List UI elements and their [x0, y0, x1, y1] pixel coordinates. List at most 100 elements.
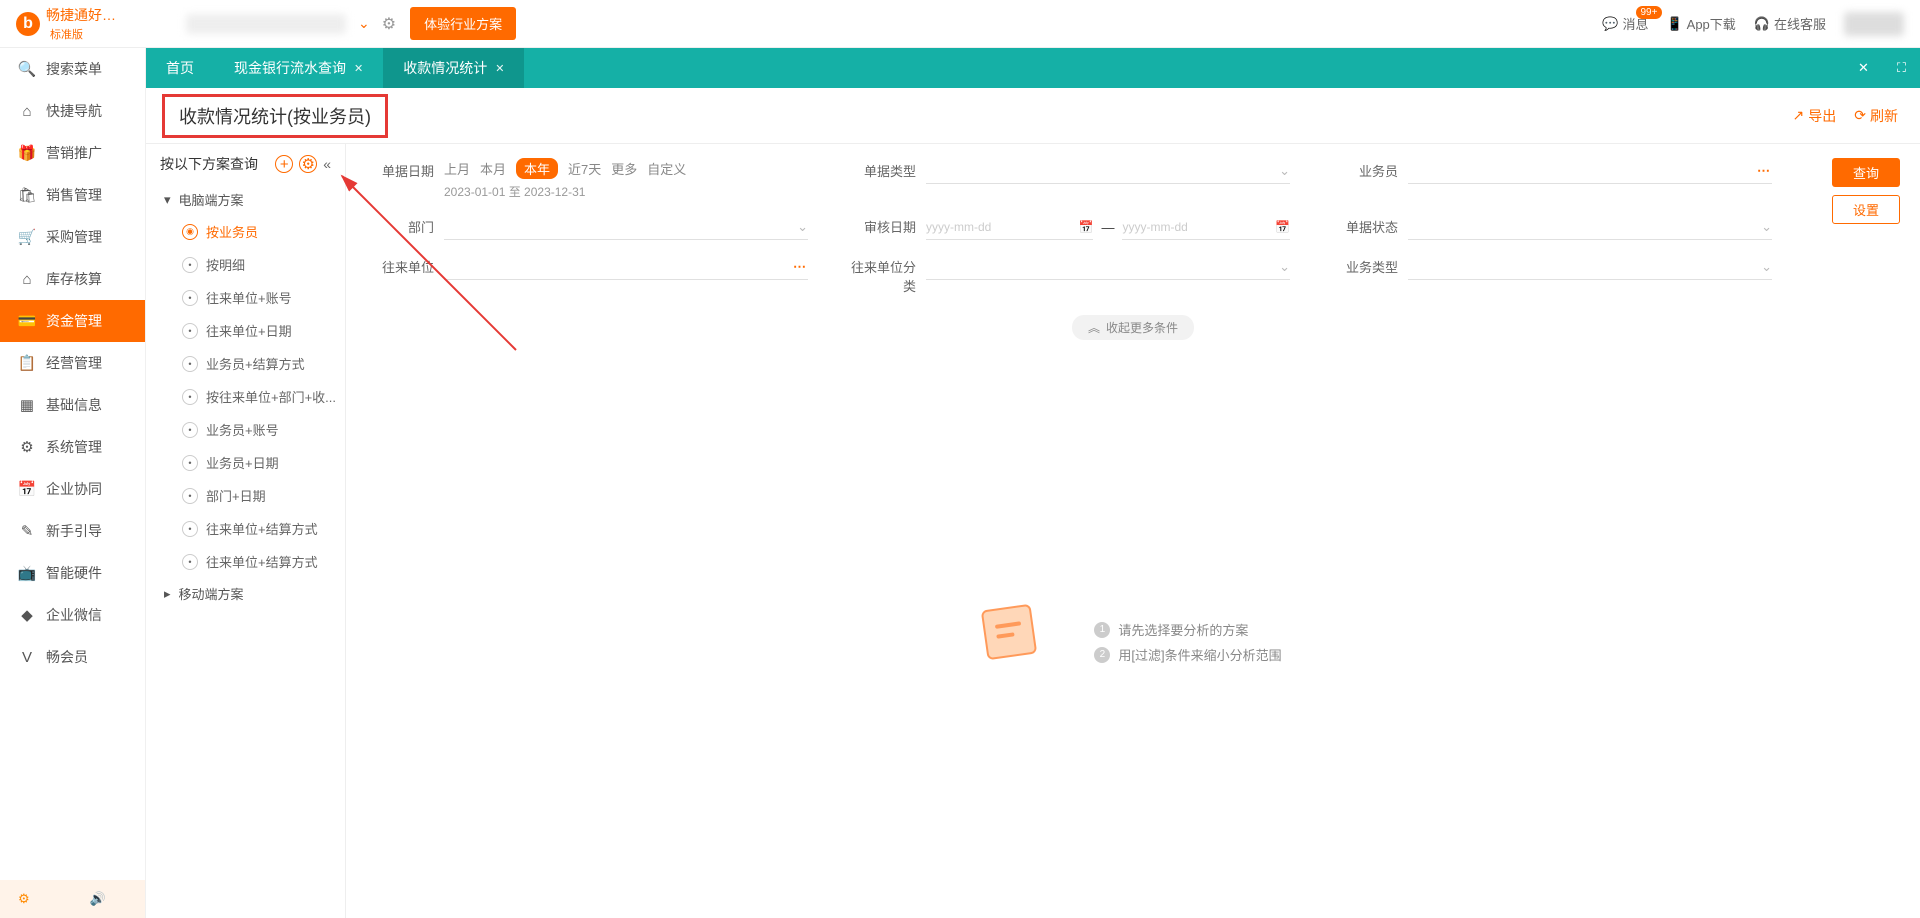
- scheme-group-title[interactable]: ▾电脑端方案: [146, 184, 345, 215]
- date-quick-option[interactable]: 近7天: [568, 159, 601, 178]
- scheme-item[interactable]: •按明细: [146, 248, 345, 281]
- refresh-button[interactable]: ⟳刷新: [1854, 106, 1898, 126]
- tab[interactable]: 收款情况统计 ✕: [383, 48, 524, 88]
- settings-icon[interactable]: ⚙: [18, 891, 30, 907]
- scheme-item[interactable]: •往来单位+结算方式: [146, 512, 345, 545]
- date-quick-option[interactable]: 上月: [444, 159, 470, 178]
- scheme-item-icon: •: [182, 290, 198, 306]
- department-select[interactable]: ⌄: [444, 214, 808, 240]
- nav-icon: V: [18, 649, 36, 666]
- tab-label: 现金银行流水查询: [234, 58, 346, 78]
- bill-date-label: 单据日期: [366, 158, 434, 180]
- audit-date-to[interactable]: yyyy-mm-dd📅: [1122, 214, 1290, 240]
- scheme-group-title[interactable]: ▸移动端方案: [146, 578, 345, 609]
- nav-item[interactable]: 📺智能硬件: [0, 552, 145, 594]
- nav-label: 基础信息: [46, 395, 102, 415]
- nav-item[interactable]: 🛍 销售管理: [0, 174, 145, 216]
- company-name[interactable]: [186, 14, 346, 34]
- date-quick-option[interactable]: 本年: [516, 158, 558, 179]
- audit-date-from[interactable]: yyyy-mm-dd📅: [926, 214, 1094, 240]
- date-quick-option[interactable]: 自定义: [647, 159, 686, 178]
- add-scheme-icon[interactable]: +: [275, 155, 293, 173]
- app-download-link[interactable]: 📱 App下载: [1666, 14, 1735, 33]
- nav-label: 企业微信: [46, 605, 102, 625]
- nav-item[interactable]: 🔍搜索菜单: [0, 48, 145, 90]
- tab-label: 收款情况统计: [403, 58, 487, 78]
- scheme-item[interactable]: •往来单位+日期: [146, 314, 345, 347]
- close-all-tabs-icon[interactable]: ✕: [1844, 60, 1883, 76]
- date-quick-option[interactable]: 本月: [480, 159, 506, 178]
- nav-label: 经营管理: [46, 353, 102, 373]
- nav-item[interactable]: ◆ 企业微信: [0, 594, 145, 636]
- gear-icon[interactable]: ⚙: [382, 14, 396, 34]
- support-link[interactable]: 🎧 在线客服: [1754, 14, 1826, 33]
- nav-item[interactable]: 💳资金管理: [0, 300, 145, 342]
- tab[interactable]: 现金银行流水查询 ✕: [214, 48, 383, 88]
- nav-item[interactable]: 🛒采购管理: [0, 216, 145, 258]
- bill-status-label: 单据状态: [1330, 214, 1398, 236]
- chevron-down-icon[interactable]: ⌄: [358, 15, 370, 32]
- biz-type-select[interactable]: ⌄: [1408, 254, 1772, 280]
- scheme-item[interactable]: •部门+日期: [146, 479, 345, 512]
- close-tab-icon[interactable]: ✕: [495, 62, 504, 75]
- settings-button[interactable]: 设置: [1832, 195, 1900, 224]
- query-button[interactable]: 查询: [1832, 158, 1900, 187]
- partner-picker[interactable]: ⋯: [444, 254, 808, 280]
- partner-group-select[interactable]: ⌄: [926, 254, 1290, 280]
- nav-label: 畅会员: [46, 647, 88, 667]
- scheme-item[interactable]: •业务员+账号: [146, 413, 345, 446]
- nav-item[interactable]: ⚙系统管理: [0, 426, 145, 468]
- nav-item[interactable]: ✎新手引导: [0, 510, 145, 552]
- nav-label: 销售管理: [46, 185, 102, 205]
- nav-item[interactable]: ⌂ 快捷导航: [0, 90, 145, 132]
- scheme-item-label: 部门+日期: [206, 486, 266, 505]
- nav-label: 系统管理: [46, 437, 102, 457]
- scheme-item-icon: ◉: [182, 224, 198, 240]
- user-avatar[interactable]: [1844, 12, 1904, 36]
- nav-icon: 📅: [18, 480, 36, 498]
- collapse-panel-icon[interactable]: «: [323, 156, 331, 172]
- scheme-item[interactable]: •业务员+日期: [146, 446, 345, 479]
- nav-label: 新手引导: [46, 521, 102, 541]
- scheme-item-label: 业务员+账号: [206, 420, 279, 439]
- bill-status-select[interactable]: ⌄: [1408, 214, 1772, 240]
- nav-item[interactable]: ⌂库存核算: [0, 258, 145, 300]
- scheme-settings-icon[interactable]: ⚙: [299, 155, 317, 173]
- sound-icon[interactable]: 🔊: [90, 891, 106, 907]
- scheme-item[interactable]: •业务员+结算方式: [146, 347, 345, 380]
- fullscreen-icon[interactable]: ⛶: [1883, 60, 1920, 76]
- nav-label: 快捷导航: [46, 101, 102, 121]
- export-button[interactable]: ↗导出: [1793, 106, 1837, 126]
- salesman-picker[interactable]: ⋯: [1408, 158, 1772, 184]
- bill-type-select[interactable]: ⌄: [926, 158, 1290, 184]
- date-quick-option[interactable]: 更多: [611, 159, 637, 178]
- scheme-item[interactable]: • 往来单位+账号: [146, 281, 345, 314]
- scheme-item-label: 往来单位+账号: [206, 288, 292, 307]
- nav-icon: 🎁: [18, 144, 36, 162]
- nav-icon: ▦: [18, 396, 36, 414]
- collapse-filters-button[interactable]: ︽收起更多条件: [1072, 315, 1194, 340]
- scheme-item-label: 按往来单位+部门+收...: [206, 387, 336, 406]
- edition-badge: 标准版: [46, 25, 116, 43]
- nav-icon: 🔍: [18, 60, 36, 78]
- nav-icon: ◆: [18, 606, 36, 624]
- nav-item[interactable]: 🎁营销推广: [0, 132, 145, 174]
- tab[interactable]: 首页: [146, 48, 214, 88]
- nav-item[interactable]: 📅企业协同: [0, 468, 145, 510]
- scheme-item[interactable]: •按往来单位+部门+收...: [146, 380, 345, 413]
- audit-date-label: 审核日期: [848, 214, 916, 236]
- caret-icon: ▾: [164, 192, 171, 208]
- nav-item[interactable]: ▦ 基础信息: [0, 384, 145, 426]
- close-tab-icon[interactable]: ✕: [354, 62, 363, 75]
- messages-link[interactable]: 💬 消息 99+: [1602, 14, 1648, 33]
- industry-plan-button[interactable]: 体验行业方案: [410, 7, 516, 40]
- nav-icon: 🛍: [18, 186, 36, 204]
- scheme-item-label: 往来单位+结算方式: [206, 552, 318, 571]
- left-nav: 🔍搜索菜单 ⌂ 快捷导航 🎁营销推广 🛍 销售管理 🛒采购管理⌂库存核算💳资金管理📋经营管理…: [0, 48, 146, 918]
- step-number: 1: [1094, 622, 1110, 638]
- nav-icon: ⌂: [18, 103, 36, 120]
- scheme-item[interactable]: •往来单位+结算方式: [146, 545, 345, 578]
- scheme-item[interactable]: ◉按业务员: [146, 215, 345, 248]
- nav-item[interactable]: 📋经营管理: [0, 342, 145, 384]
- nav-item[interactable]: V 畅会员: [0, 636, 145, 678]
